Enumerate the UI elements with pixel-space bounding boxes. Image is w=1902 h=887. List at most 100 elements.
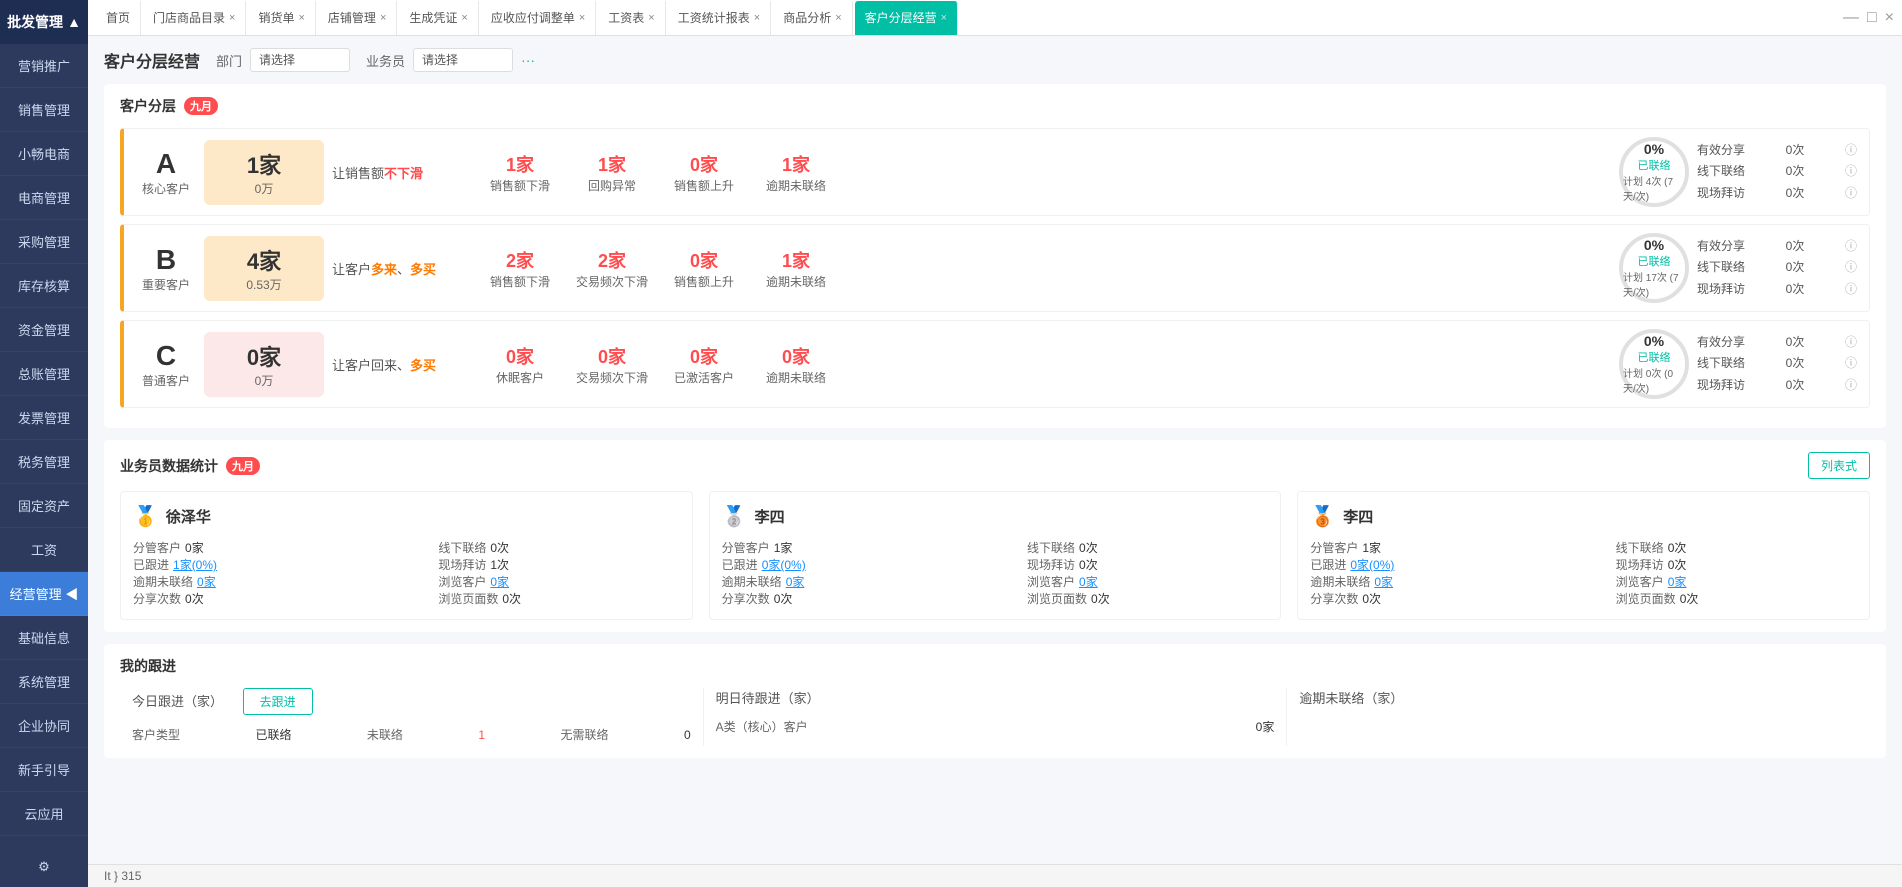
stat-row: 现场拜访 0次 bbox=[1616, 556, 1857, 573]
close-icon[interactable]: × bbox=[298, 1, 304, 35]
sidebar-item-zjgl[interactable]: 资金管理 bbox=[0, 308, 88, 352]
sidebar-item-gdzy[interactable]: 固定资产 bbox=[0, 484, 88, 528]
window-maximize-icon[interactable]: □ bbox=[1867, 9, 1877, 27]
stat-key: 现场拜访 bbox=[438, 556, 486, 573]
dept-label: 部门 bbox=[216, 51, 242, 70]
go-follow-button[interactable]: 去跟进 bbox=[243, 688, 313, 715]
info-icon[interactable]: ⓘ bbox=[1845, 353, 1857, 375]
settings-icon: ⚙ bbox=[38, 859, 50, 874]
dept-select[interactable]: 请选择 bbox=[250, 48, 350, 72]
sidebar-item-xcdsh[interactable]: 小畅电商 bbox=[0, 132, 88, 176]
tier-b-right-stats: 有效分享 0次 ⓘ 线下联络 0次 ⓘ 现场拜访 0次 ⓘ bbox=[1697, 236, 1857, 301]
tab-label: 客户分层经营 bbox=[865, 1, 937, 35]
tier-c-stat-1[interactable]: 0家 交易频次下滑 bbox=[572, 343, 652, 386]
tier-b-stat-3[interactable]: 1家 逾期未联络 bbox=[756, 247, 836, 290]
tier-a-stat-2[interactable]: 0家 销售额上升 bbox=[664, 151, 744, 194]
staff-stats-1: 分管客户 1家 已跟进 0家(0%) 逾期未联络 0家 bbox=[722, 539, 1269, 607]
tier-a-stat-1[interactable]: 1家 回购异常 bbox=[572, 151, 652, 194]
stat-val-link[interactable]: 0家 bbox=[786, 573, 805, 590]
tab-sales-order[interactable]: 销货单 × bbox=[248, 1, 315, 35]
stat-key: 有效分享 bbox=[1697, 332, 1745, 354]
tier-c-stat-2[interactable]: 0家 已激活客户 bbox=[664, 343, 744, 386]
info-icon[interactable]: ⓘ bbox=[1845, 183, 1857, 205]
sidebar-item-yyyy[interactable]: 云应用 bbox=[0, 792, 88, 836]
info-icon[interactable]: ⓘ bbox=[1845, 257, 1857, 279]
stat-num: 0家 bbox=[756, 343, 836, 369]
sidebar-item-label: 新手引导 bbox=[18, 763, 70, 778]
sidebar-settings[interactable]: ⚙ bbox=[0, 847, 88, 887]
stat-val-link[interactable]: 0家(0%) bbox=[1350, 556, 1394, 573]
stat-val-link[interactable]: 0家(0%) bbox=[762, 556, 806, 573]
sidebar-item-xsyd[interactable]: 新手引导 bbox=[0, 748, 88, 792]
sidebar-item-yxty[interactable]: 营销推广 bbox=[0, 44, 88, 88]
stat-val-link[interactable]: 0家 bbox=[1668, 573, 1687, 590]
info-icon[interactable]: ⓘ bbox=[1845, 375, 1857, 397]
stat-line-1: 线下联络 0次 ⓘ bbox=[1697, 353, 1857, 375]
row-val: 0家 bbox=[1256, 718, 1275, 735]
stat-key: 逾期未联络 bbox=[133, 573, 193, 590]
close-icon[interactable]: × bbox=[835, 1, 841, 35]
stat-val-link[interactable]: 0家 bbox=[197, 573, 216, 590]
sidebar-item-kcha[interactable]: 库存核算 bbox=[0, 264, 88, 308]
staff-stats-right-0: 线下联络 0次 现场拜访 1次 浏览客户 0家 bbox=[438, 539, 679, 607]
sidebar-item-swgl[interactable]: 税务管理 bbox=[0, 440, 88, 484]
list-view-button[interactable]: 列表式 bbox=[1808, 452, 1870, 479]
close-icon[interactable]: × bbox=[461, 1, 467, 35]
tab-home[interactable]: 首页 bbox=[96, 1, 141, 35]
sidebar-item-gz[interactable]: 工资 bbox=[0, 528, 88, 572]
sidebar-item-xtgl[interactable]: 系统管理 bbox=[0, 660, 88, 704]
close-icon[interactable]: × bbox=[579, 1, 585, 35]
sidebar-item-cggl[interactable]: 采购管理 bbox=[0, 220, 88, 264]
close-icon[interactable]: × bbox=[941, 1, 947, 35]
tab-payroll-report[interactable]: 工资统计报表 × bbox=[668, 1, 771, 35]
sidebar-header[interactable]: 批发管理 ▲ bbox=[0, 0, 88, 44]
stat-row: 线下联络 0次 bbox=[1027, 539, 1268, 556]
sidebar-item-zzgl[interactable]: 总账管理 bbox=[0, 352, 88, 396]
tab-voucher[interactable]: 生成凭证 × bbox=[399, 1, 478, 35]
tier-c-stat-3[interactable]: 0家 逾期未联络 bbox=[756, 343, 836, 386]
more-filter-icon[interactable]: ··· bbox=[521, 52, 535, 68]
info-icon[interactable]: ⓘ bbox=[1845, 161, 1857, 183]
close-icon[interactable]: × bbox=[380, 1, 386, 35]
follow-section: 我的跟进 今日跟进（家） 去跟进 客户类型 已联络 未联络 1 无需联络 0 bbox=[104, 644, 1886, 758]
tab-product-analysis[interactable]: 商品分析 × bbox=[773, 1, 852, 35]
main-area: 首页 门店商品目录 × 销货单 × 店铺管理 × 生成凭证 × 应收应付调整单 … bbox=[88, 0, 1902, 887]
window-close-icon[interactable]: × bbox=[1885, 9, 1894, 27]
stat-val-link[interactable]: 0家 bbox=[1079, 573, 1098, 590]
tier-b-stat-2[interactable]: 0家 销售额上升 bbox=[664, 247, 744, 290]
tier-a-stat-3[interactable]: 1家 逾期未联络 bbox=[756, 151, 836, 194]
sidebar-item-qyxt[interactable]: 企业协同 bbox=[0, 704, 88, 748]
info-icon[interactable]: ⓘ bbox=[1845, 140, 1857, 162]
tab-ar-adjust[interactable]: 应收应付调整单 × bbox=[481, 1, 596, 35]
tier-a-stats: 1家 销售额下滑 1家 回购异常 0家 销售额上升 1家 逾期未联络 bbox=[480, 151, 1611, 194]
tier-c-stat-0[interactable]: 0家 休眠客户 bbox=[480, 343, 560, 386]
tab-store-manage[interactable]: 店铺管理 × bbox=[318, 1, 397, 35]
close-icon[interactable]: × bbox=[229, 1, 235, 35]
staff-select[interactable]: 请选择 bbox=[413, 48, 513, 72]
stat-val-link[interactable]: 1家(0%) bbox=[173, 556, 217, 573]
tab-customer-tier[interactable]: 客户分层经营 × bbox=[855, 1, 958, 35]
sidebar-item-xsgl[interactable]: 销售管理 bbox=[0, 88, 88, 132]
tier-b-stat-0[interactable]: 2家 销售额下滑 bbox=[480, 247, 560, 290]
sidebar-item-dsgl[interactable]: 电商管理 bbox=[0, 176, 88, 220]
stat-val-link[interactable]: 0家 bbox=[490, 573, 509, 590]
info-icon[interactable]: ⓘ bbox=[1845, 279, 1857, 301]
info-icon[interactable]: ⓘ bbox=[1845, 332, 1857, 354]
window-minimize-icon[interactable]: — bbox=[1843, 9, 1859, 27]
stat-val-link[interactable]: 0家 bbox=[1374, 573, 1393, 590]
tab-payroll[interactable]: 工资表 × bbox=[598, 1, 665, 35]
sidebar-header-label: 批发管理 bbox=[7, 12, 63, 32]
tier-b-stat-1[interactable]: 2家 交易频次下滑 bbox=[572, 247, 652, 290]
sidebar-item-jcxx[interactable]: 基础信息 bbox=[0, 616, 88, 660]
tab-store-products[interactable]: 门店商品目录 × bbox=[143, 1, 246, 35]
close-icon[interactable]: × bbox=[754, 1, 760, 35]
close-icon[interactable]: × bbox=[648, 1, 654, 35]
sidebar-item-fpgl[interactable]: 发票管理 bbox=[0, 396, 88, 440]
sidebar-item-jygl[interactable]: 经营管理 ◀ bbox=[0, 572, 88, 616]
info-icon[interactable]: ⓘ bbox=[1845, 236, 1857, 258]
status-text: It } 315 bbox=[104, 869, 141, 883]
circle-sub: 计划 4次 (7天/次) bbox=[1623, 173, 1685, 203]
stat-val: 0次 bbox=[1668, 556, 1687, 573]
tier-a-stat-0[interactable]: 1家 销售额下滑 bbox=[480, 151, 560, 194]
stat-line-2: 现场拜访 0次 ⓘ bbox=[1697, 279, 1857, 301]
